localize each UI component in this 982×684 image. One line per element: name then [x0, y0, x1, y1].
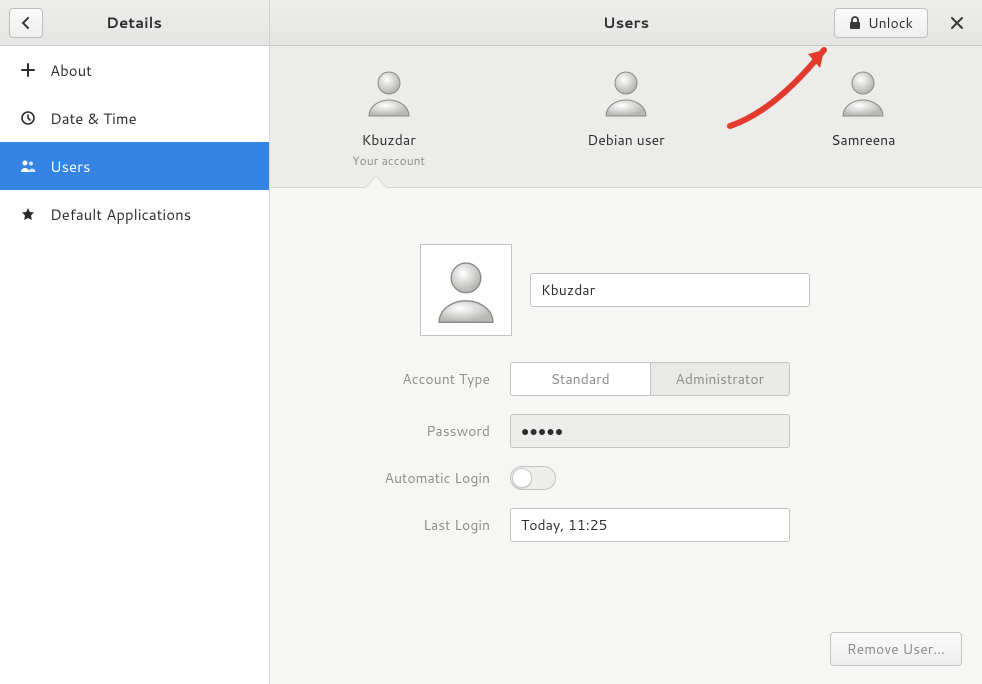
person-icon [837, 66, 889, 118]
star-icon [20, 206, 36, 222]
user-card-kbuzdar[interactable]: Kbuzdar Your account [309, 66, 469, 169]
standard-button[interactable]: Standard [510, 362, 650, 396]
password-label: Password [300, 421, 510, 441]
autologin-switch[interactable] [510, 466, 556, 490]
unlock-button[interactable]: Unlock [834, 8, 928, 38]
person-icon [363, 66, 415, 118]
sidebar-title-region: Details [0, 0, 270, 45]
sidebar-item-label: About [50, 60, 92, 81]
users-carousel: Kbuzdar Your account Debian user Samreen… [270, 46, 982, 188]
autologin-label: Automatic Login [300, 468, 510, 488]
chevron-left-icon [21, 17, 31, 29]
selection-caret-icon [365, 176, 387, 188]
lock-icon [849, 16, 861, 30]
user-detail: Account Type Standard Administrator Pass… [270, 188, 982, 684]
user-card-samreena[interactable]: Samreena [783, 66, 943, 169]
user-card-debian[interactable]: Debian user [546, 66, 706, 169]
user-name: Samreena [783, 130, 943, 150]
clock-icon [20, 110, 36, 126]
close-icon [951, 17, 963, 29]
password-field[interactable]: ●●●●● [510, 414, 790, 448]
sidebar-item-datetime[interactable]: Date & Time [0, 94, 269, 142]
lastlogin-label: Last Login [300, 515, 510, 535]
main-panel: Kbuzdar Your account Debian user Samreen… [270, 46, 982, 684]
sidebar: About Date & Time Users Default Applicat… [0, 46, 270, 684]
lastlogin-field[interactable]: Today, 11:25 [510, 508, 790, 542]
switch-knob [512, 468, 532, 488]
sidebar-item-default-apps[interactable]: Default Applications [0, 190, 269, 238]
sidebar-item-label: Default Applications [50, 204, 191, 225]
close-button[interactable] [942, 8, 972, 38]
account-type-label: Account Type [300, 369, 510, 389]
sidebar-item-label: Date & Time [50, 108, 137, 129]
administrator-button[interactable]: Administrator [650, 362, 791, 396]
remove-user-button[interactable]: Remove User… [830, 632, 962, 666]
sidebar-item-about[interactable]: About [0, 46, 269, 94]
full-name-input[interactable] [530, 273, 810, 307]
avatar-button[interactable] [420, 244, 512, 336]
people-icon [20, 158, 36, 174]
sidebar-item-label: Users [50, 156, 90, 177]
user-name: Kbuzdar [309, 130, 469, 150]
person-icon [600, 66, 652, 118]
user-subtitle: Your account [309, 152, 469, 169]
sidebar-title: Details [43, 12, 225, 33]
plus-icon [20, 62, 36, 78]
user-name: Debian user [546, 130, 706, 150]
titlebar: Details Users Unlock [0, 0, 982, 46]
account-type-segmented: Standard Administrator [510, 362, 790, 396]
person-icon [431, 255, 501, 325]
main-title-region: Users Unlock [270, 0, 982, 45]
back-button[interactable] [9, 8, 43, 38]
unlock-label: Unlock [868, 13, 913, 33]
sidebar-item-users[interactable]: Users [0, 142, 269, 190]
